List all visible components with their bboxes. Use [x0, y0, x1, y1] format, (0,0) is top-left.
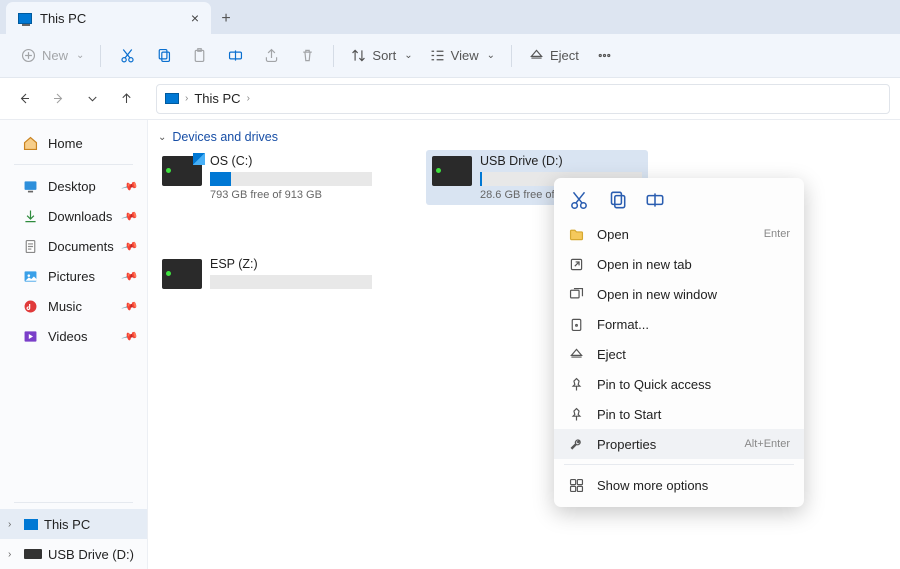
tree-item[interactable]: ›USB Drive (D:) — [0, 539, 147, 569]
eject-icon — [568, 346, 585, 363]
ctx-open-in-new-tab[interactable]: Open in new tab — [554, 249, 804, 279]
ctx-pin-to-quick-access[interactable]: Pin to Quick access — [554, 369, 804, 399]
chevron-right-icon: › — [185, 93, 188, 104]
ctx-properties[interactable]: PropertiesAlt+Enter — [554, 429, 804, 459]
ctx-show-more-options[interactable]: Show more options — [554, 470, 804, 500]
sidebar: Home Desktop📌Downloads📌Documents📌Picture… — [0, 120, 148, 569]
chevron-right-icon[interactable]: › — [8, 519, 18, 530]
delete-button[interactable] — [291, 41, 323, 71]
share-button[interactable] — [255, 41, 287, 71]
downloads-icon — [22, 208, 39, 225]
pin-icon: 📌 — [121, 267, 139, 285]
up-button[interactable] — [112, 85, 140, 113]
drive-free-text: 793 GB free of 913 GB — [210, 189, 372, 201]
drive-name: ESP (Z:) — [210, 257, 372, 271]
newwin-icon — [568, 286, 585, 303]
rename-icon[interactable] — [644, 189, 666, 211]
drive-icon — [162, 156, 202, 186]
pictures-icon — [22, 268, 39, 285]
pin-icon: 📌 — [121, 207, 139, 225]
sidebar-item-documents[interactable]: Documents📌 — [0, 231, 147, 261]
ctx-eject[interactable]: Eject — [554, 339, 804, 369]
chevron-right-icon: › — [247, 93, 250, 104]
drive-name: USB Drive (D:) — [480, 154, 642, 168]
this-pc-icon — [18, 13, 32, 24]
eject-button[interactable]: Eject — [522, 41, 585, 71]
more-button[interactable] — [589, 41, 621, 71]
pin-icon: 📌 — [121, 297, 139, 315]
close-icon[interactable]: × — [191, 10, 199, 26]
folder-icon — [568, 226, 585, 243]
tab-title: This PC — [40, 11, 86, 26]
documents-icon — [22, 238, 39, 255]
group-header[interactable]: ⌄ Devices and drives — [156, 130, 892, 144]
breadcrumb-item[interactable]: This PC — [194, 91, 240, 106]
drive-name: OS (C:) — [210, 154, 372, 168]
sidebar-item-music[interactable]: Music📌 — [0, 291, 147, 321]
recent-button[interactable] — [78, 85, 106, 113]
sidebar-item-home[interactable]: Home — [0, 128, 147, 158]
context-menu: OpenEnterOpen in new tabOpen in new wind… — [554, 178, 804, 507]
pin-icon: 📌 — [121, 237, 139, 255]
sidebar-item-downloads[interactable]: Downloads📌 — [0, 201, 147, 231]
toolbar: New⌄ Sort⌄ View⌄ Eject — [0, 34, 900, 78]
chevron-right-icon[interactable]: › — [8, 549, 18, 560]
copy-button[interactable] — [147, 41, 179, 71]
drive-capacity-bar — [210, 275, 372, 289]
view-button[interactable]: View⌄ — [423, 41, 501, 71]
ctx-format-[interactable]: Format... — [554, 309, 804, 339]
music-icon — [22, 298, 39, 315]
wrench-icon — [568, 436, 585, 453]
more-icon — [568, 477, 585, 494]
cut-icon[interactable] — [568, 189, 590, 211]
drive-capacity-bar — [210, 172, 372, 186]
drive-item[interactable]: OS (C:) 793 GB free of 913 GB — [156, 150, 378, 205]
this-pc-icon — [165, 93, 179, 104]
titlebar: This PC × + — [0, 0, 900, 34]
tab-this-pc[interactable]: This PC × — [6, 2, 211, 34]
ctx-open[interactable]: OpenEnter — [554, 219, 804, 249]
cut-button[interactable] — [111, 41, 143, 71]
ctx-pin-to-start[interactable]: Pin to Start — [554, 399, 804, 429]
rename-button[interactable] — [219, 41, 251, 71]
drive-item[interactable]: ESP (Z:) — [156, 253, 378, 296]
sidebar-item-desktop[interactable]: Desktop📌 — [0, 171, 147, 201]
pin-icon: 📌 — [121, 327, 139, 345]
back-button[interactable] — [10, 85, 38, 113]
copy-icon[interactable] — [606, 189, 628, 211]
address-bar[interactable]: › This PC › — [156, 84, 890, 114]
new-tab-button[interactable]: + — [211, 4, 241, 34]
pin-icon — [568, 406, 585, 423]
navbar: › This PC › — [0, 78, 900, 120]
sidebar-item-videos[interactable]: Videos📌 — [0, 321, 147, 351]
videos-icon — [22, 328, 39, 345]
pin-icon — [568, 376, 585, 393]
paste-button[interactable] — [183, 41, 215, 71]
chevron-down-icon: ⌄ — [158, 132, 166, 143]
desktop-icon — [22, 178, 39, 195]
format-icon — [568, 316, 585, 333]
new-button[interactable]: New⌄ — [14, 41, 90, 71]
newtab-icon — [568, 256, 585, 273]
pin-icon: 📌 — [121, 177, 139, 195]
tree-item[interactable]: ›This PC — [0, 509, 147, 539]
sidebar-item-pictures[interactable]: Pictures📌 — [0, 261, 147, 291]
drive-icon — [432, 156, 472, 186]
sort-button[interactable]: Sort⌄ — [344, 41, 418, 71]
drive-icon — [162, 259, 202, 289]
forward-button[interactable] — [44, 85, 72, 113]
ctx-open-in-new-window[interactable]: Open in new window — [554, 279, 804, 309]
home-icon — [22, 135, 39, 152]
